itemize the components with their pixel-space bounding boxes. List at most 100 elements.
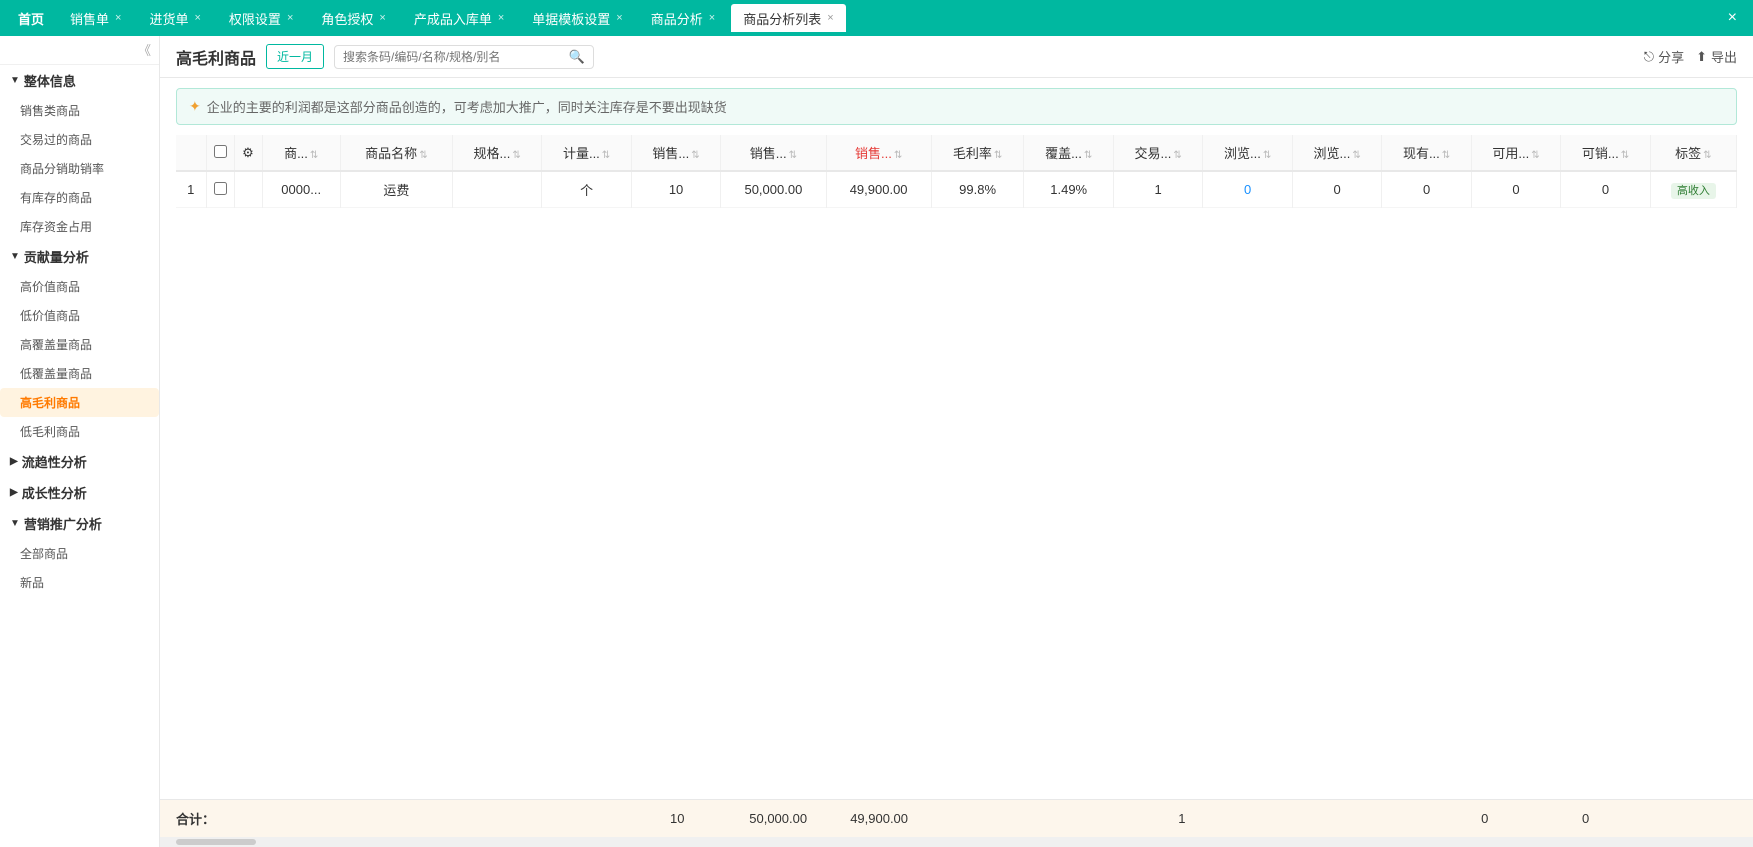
cell-check[interactable] [206, 171, 234, 208]
col-trade[interactable]: 交易...⇅ [1113, 135, 1202, 171]
cell-browse1[interactable]: 0 [1203, 171, 1292, 208]
scroll-thumb[interactable] [176, 839, 256, 845]
sidebar-item-high-value[interactable]: 高价值商品 [0, 272, 159, 301]
col-check[interactable] [206, 135, 234, 171]
sidebar: 《 ▼ 整体信息 销售类商品 交易过的商品 商品分销助销率 有库存的商品 库存资… [0, 36, 160, 847]
nav-tab-role[interactable]: 角色授权 × [309, 4, 397, 32]
sidebar-item-in-stock-goods[interactable]: 有库存的商品 [0, 183, 159, 212]
sidebar-group-trend[interactable]: ▶ 流趋性分析 [0, 446, 159, 477]
cell-sales-cost: 49,900.00 [826, 171, 931, 208]
close-icon[interactable]: × [287, 12, 293, 24]
nav-tab-analysis[interactable]: 商品分析 × [639, 4, 727, 32]
cell-code: 0000... [262, 171, 340, 208]
arrow-down-icon: ▼ [10, 518, 20, 529]
sidebar-collapse-btn[interactable]: 《 [0, 36, 159, 65]
sidebar-item-high-coverage[interactable]: 高覆盖量商品 [0, 330, 159, 359]
date-filter-button[interactable]: 近一月 [266, 44, 324, 69]
nav-tab-product-inbound[interactable]: 产成品入库单 × [402, 4, 516, 32]
sidebar-group-contribution[interactable]: ▼ 贡献量分析 [0, 241, 159, 272]
cell-setting [234, 171, 262, 208]
cell-spec [452, 171, 541, 208]
sidebar-item-traded-goods[interactable]: 交易过的商品 [0, 125, 159, 154]
footer-cell-trade: 1 [1131, 811, 1232, 826]
content-area: 高毛利商品 近一月 🔍 ⎋ 分享 ⬆ 导出 ✦ 企业的主要的利润都是这部分商品创… [160, 36, 1753, 847]
sidebar-item-low-value[interactable]: 低价值商品 [0, 301, 159, 330]
col-coverage[interactable]: 覆盖...⇅ [1024, 135, 1113, 171]
nav-tab-permission[interactable]: 权限设置 × [217, 4, 305, 32]
col-current[interactable]: 现有...⇅ [1382, 135, 1471, 171]
search-box[interactable]: 🔍 [334, 45, 594, 69]
footer-cell-avail: 0 [1535, 811, 1636, 826]
cell-index: 1 [176, 171, 206, 208]
footer-cell-2 [324, 811, 425, 826]
col-sales-qty[interactable]: 销售...⇅ [631, 135, 720, 171]
close-icon[interactable]: × [379, 12, 385, 24]
sidebar-group-overall[interactable]: ▼ 整体信息 [0, 65, 159, 96]
footer-cell-1 [223, 811, 324, 826]
close-icon[interactable]: × [827, 12, 833, 24]
close-all-tabs[interactable]: × [1720, 7, 1745, 29]
col-index [176, 135, 206, 171]
col-unit[interactable]: 计量...⇅ [542, 135, 631, 171]
cell-coverage: 1.49% [1024, 171, 1113, 208]
nav-tab-template[interactable]: 单据模板设置 × [520, 4, 634, 32]
close-icon[interactable]: × [709, 12, 715, 24]
footer-cell-amount: 50,000.00 [728, 811, 829, 826]
col-available[interactable]: 可用...⇅ [1471, 135, 1560, 171]
col-setting[interactable]: ⚙ [234, 135, 262, 171]
sidebar-group-marketing[interactable]: ▼ 营销推广分析 [0, 508, 159, 539]
col-tag[interactable]: 标签⇅ [1650, 135, 1736, 171]
col-code[interactable]: 商...⇅ [262, 135, 340, 171]
col-sales-cost[interactable]: 销售...⇅ [826, 135, 931, 171]
sidebar-item-stock-capital[interactable]: 库存资金占用 [0, 212, 159, 241]
arrow-right-icon: ▶ [10, 456, 18, 467]
footer-cell-curr: 0 [1434, 811, 1535, 826]
table-container: ⚙ 商...⇅ 商品名称⇅ 规格...⇅ 计量...⇅ 销售...⇅ 销售...… [160, 135, 1753, 799]
sidebar-item-low-margin[interactable]: 低毛利商品 [0, 417, 159, 446]
footer-cell-cost: 49,900.00 [829, 811, 930, 826]
nav-tab-analysis-list[interactable]: 商品分析列表 × [731, 4, 845, 32]
sidebar-item-high-margin[interactable]: 高毛利商品 [0, 388, 159, 417]
close-icon[interactable]: × [194, 12, 200, 24]
footer-total: 合计： 10 50,000.00 49,900.00 1 0 0 [160, 799, 1753, 837]
select-all-checkbox[interactable] [214, 145, 227, 158]
nav-home[interactable]: 首页 [8, 5, 54, 32]
horizontal-scrollbar[interactable] [160, 837, 1753, 847]
sidebar-group-growth[interactable]: ▶ 成长性分析 [0, 477, 159, 508]
footer-cell-b1 [1232, 811, 1333, 826]
row-checkbox[interactable] [214, 182, 227, 195]
share-button[interactable]: ⎋ 分享 [1644, 47, 1684, 66]
content-header: 高毛利商品 近一月 🔍 ⎋ 分享 ⬆ 导出 [160, 36, 1753, 78]
close-icon[interactable]: × [498, 12, 504, 24]
col-browse1[interactable]: 浏览...⇅ [1203, 135, 1292, 171]
col-gross-margin[interactable]: 毛利率⇅ [931, 135, 1024, 171]
col-browse2[interactable]: 浏览...⇅ [1292, 135, 1381, 171]
col-saleable[interactable]: 可销...⇅ [1561, 135, 1650, 171]
search-input[interactable] [343, 50, 569, 64]
export-button[interactable]: ⬆ 导出 [1696, 47, 1737, 66]
top-nav: 首页 销售单 × 进货单 × 权限设置 × 角色授权 × 产成品入库单 × 单据… [0, 0, 1753, 36]
footer-cell-sale [1636, 811, 1737, 826]
close-icon[interactable]: × [616, 12, 622, 24]
info-banner: ✦ 企业的主要的利润都是这部分商品创造的，可考虑加大推广，同时关注库存是不要出现… [176, 88, 1737, 125]
share-icon: ⎋ [1644, 49, 1654, 65]
close-icon[interactable]: × [115, 12, 121, 24]
col-sales-amount[interactable]: 销售...⇅ [721, 135, 826, 171]
col-name[interactable]: 商品名称⇅ [340, 135, 452, 171]
footer-cell-b2 [1333, 811, 1434, 826]
nav-tab-purchase[interactable]: 进货单 × [137, 4, 212, 32]
nav-tab-sales[interactable]: 销售单 × [58, 4, 133, 32]
footer-cell-gm [930, 811, 1031, 826]
col-spec[interactable]: 规格...⇅ [452, 135, 541, 171]
main-layout: 《 ▼ 整体信息 销售类商品 交易过的商品 商品分销助销率 有库存的商品 库存资… [0, 36, 1753, 847]
sidebar-item-low-coverage[interactable]: 低覆盖量商品 [0, 359, 159, 388]
footer-cells: 10 50,000.00 49,900.00 1 0 0 [223, 811, 1737, 826]
sidebar-item-new-goods[interactable]: 新品 [0, 568, 159, 597]
search-icon[interactable]: 🔍 [569, 49, 585, 65]
footer-label: 合计： [176, 809, 215, 828]
sidebar-item-sales-goods[interactable]: 销售类商品 [0, 96, 159, 125]
footer-cell-qty: 10 [627, 811, 728, 826]
footer-cell-4 [526, 811, 627, 826]
sidebar-item-all-goods[interactable]: 全部商品 [0, 539, 159, 568]
sidebar-item-distribution-rate[interactable]: 商品分销助销率 [0, 154, 159, 183]
